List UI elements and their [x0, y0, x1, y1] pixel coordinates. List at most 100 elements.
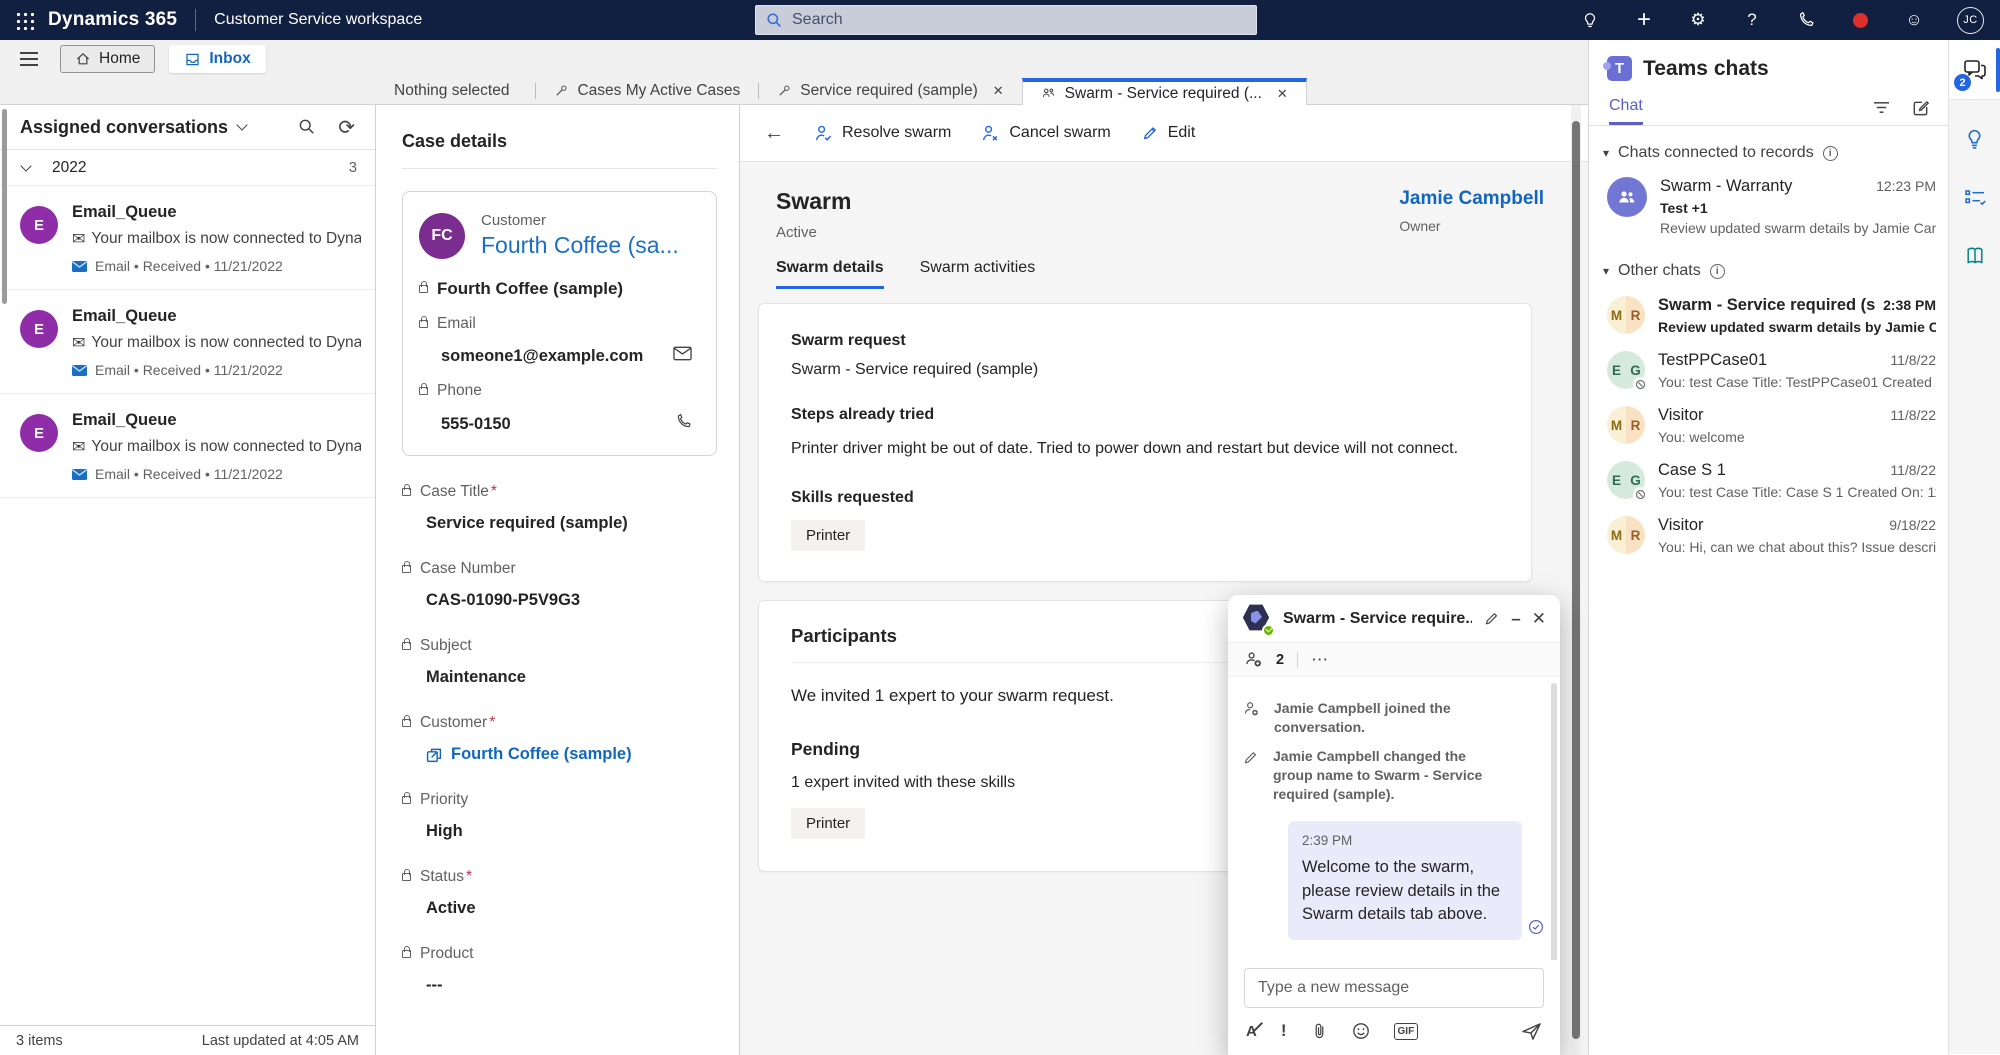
people-add-icon[interactable] [1244, 651, 1263, 668]
field-label: Case Number [420, 560, 516, 578]
conversation-item[interactable]: E Email_Queue ✉Your mailbox is now conne… [0, 290, 375, 394]
cancel-swarm-button[interactable]: Cancel swarm [981, 124, 1110, 143]
info-icon[interactable]: i [1823, 146, 1838, 161]
swarm-request-label: Swarm request [791, 332, 1499, 350]
queue-avatar: E [20, 310, 58, 348]
global-search[interactable] [755, 5, 1257, 35]
tab-swarm-details[interactable]: Swarm details [776, 259, 884, 289]
offline-status-icon [1633, 377, 1648, 392]
offline-status-icon [1633, 487, 1648, 502]
emoji-smiley-icon[interactable] [1352, 1022, 1370, 1040]
tab-swarm-activities[interactable]: Swarm activities [920, 259, 1036, 289]
scrollbar[interactable] [1572, 121, 1580, 1039]
filter-icon[interactable] [1872, 98, 1891, 117]
format-icon[interactable]: A [1246, 1023, 1257, 1040]
knowledge-book-icon[interactable] [1964, 246, 1986, 266]
hamburger-menu-icon[interactable] [20, 58, 38, 60]
inbox-tab-button[interactable]: Inbox [169, 45, 265, 73]
field-label: Priority [420, 791, 468, 809]
active-pane-indicator [1996, 48, 2000, 92]
close-icon[interactable]: ✕ [1532, 609, 1546, 629]
phone-icon[interactable] [1795, 9, 1817, 31]
agent-scripts-checklist-icon[interactable] [1964, 188, 1986, 208]
tab-service-required[interactable]: Service required (sample) ✕ [759, 78, 1021, 104]
new-chat-compose-icon[interactable] [1911, 98, 1930, 117]
other-chat-item[interactable]: MR Swarm - Service required (s... 2:38 P… [1589, 280, 1948, 335]
attach-paperclip-icon[interactable] [1311, 1022, 1328, 1040]
mr-avatar: MR [1607, 296, 1645, 334]
queue-name: Email_Queue [72, 307, 361, 326]
resolve-swarm-button[interactable]: Resolve swarm [814, 124, 951, 143]
feedback-smiley-icon[interactable]: ☺ [1903, 9, 1925, 31]
conversation-group-2022[interactable]: 2022 3 [0, 150, 375, 186]
chat-title: Visitor [1658, 516, 1881, 535]
teams-logo-icon: T [1607, 56, 1632, 81]
tab-cases-my-active-cases[interactable]: Cases My Active Cases [536, 78, 758, 104]
settings-gear-icon[interactable]: ⚙ [1687, 9, 1709, 31]
tab-swarm-service-required[interactable]: Swarm - Service required (... ✕ [1022, 78, 1307, 105]
customer-name-link[interactable]: Fourth Coffee (sa... [481, 232, 679, 259]
teams-chat-pane-toggle[interactable]: 2 [1949, 40, 2000, 100]
divider [1297, 652, 1298, 668]
owner-link[interactable]: Jamie Campbell [1399, 188, 1544, 210]
home-button[interactable]: Home [60, 45, 155, 73]
refresh-icon[interactable]: ⟳ [338, 115, 355, 140]
message-bubble: 2:39 PM Welcome to the swarm, please rev… [1288, 821, 1522, 939]
tab-chat[interactable]: Chat [1609, 97, 1643, 125]
system-message: Jamie Campbell joined the conversation. [1242, 699, 1546, 737]
person-x-icon [981, 124, 1000, 143]
message-input[interactable] [1244, 968, 1544, 1008]
scrollbar[interactable] [2, 109, 7, 304]
other-chat-item[interactable]: MR Visitor 11/8/22 You: welcome [1589, 390, 1948, 445]
teams-chat-popup: Swarm - Service require... – ✕ 2 ⋯ Jamie… [1228, 595, 1560, 1055]
close-tab-icon[interactable]: ✕ [993, 83, 1004, 99]
other-chat-item[interactable]: EG TestPPCase01 11/8/22 You: test Case T… [1589, 335, 1948, 390]
session-tab-strip: Nothing selected Cases My Active Cases S… [0, 78, 1588, 105]
priority-icon[interactable]: ! [1281, 1021, 1287, 1041]
minimize-icon[interactable]: – [1511, 609, 1520, 629]
other-chat-item[interactable]: MR Visitor 9/18/22 You: Hi, can we chat … [1589, 500, 1948, 555]
connected-chat-item[interactable]: Swarm - Warranty 12:23 PM Test +1 Review… [1589, 162, 1948, 236]
lightbulb-icon[interactable] [1579, 9, 1601, 31]
scrollbar[interactable] [1551, 683, 1557, 960]
available-status-icon [1262, 624, 1275, 637]
queue-avatar: E [20, 206, 58, 244]
conversation-item[interactable]: E Email_Queue ✉Your mailbox is now conne… [0, 186, 375, 290]
conversation-item[interactable]: E Email_Queue ✉Your mailbox is now conne… [0, 394, 375, 498]
chat-title: Swarm - Warranty [1660, 177, 1868, 196]
help-icon[interactable]: ? [1741, 9, 1763, 31]
gif-icon[interactable]: GIF [1394, 1023, 1419, 1040]
rename-pencil-icon[interactable] [1483, 610, 1500, 627]
call-phone-icon[interactable] [675, 413, 692, 435]
recording-indicator[interactable] [1849, 9, 1871, 31]
conversations-filter-dropdown[interactable]: Assigned conversations [20, 117, 246, 138]
back-icon[interactable]: ← [764, 122, 784, 145]
required-marker: * [466, 868, 472, 886]
send-email-icon[interactable] [673, 346, 692, 366]
edit-button[interactable]: Edit [1141, 124, 1196, 142]
email-value[interactable]: someone1@example.com [441, 347, 643, 366]
section-chats-connected[interactable]: ▾ Chats connected to records i [1589, 126, 1948, 162]
field-value-link[interactable]: Fourth Coffee (sample) [426, 745, 717, 764]
other-chat-item[interactable]: EG Case S 1 11/8/22 You: test Case Title… [1589, 445, 1948, 500]
smart-assist-lightbulb-icon[interactable] [1964, 128, 1985, 150]
chat-preview: You: Hi, can we chat about this? Issue d… [1658, 539, 1936, 555]
group-year: 2022 [52, 159, 86, 177]
section-other-chats[interactable]: ▾ Other chats i [1589, 236, 1948, 280]
field-case-number: Case Number CAS-01090-P5V9G3 [402, 560, 717, 610]
send-message-icon[interactable] [1521, 1022, 1542, 1041]
close-tab-icon[interactable]: ✕ [1277, 86, 1288, 102]
conversation-meta: Email • Received • 11/21/2022 [95, 362, 283, 378]
mr-avatar: MR [1607, 406, 1645, 444]
brand-title[interactable]: Dynamics 365 [48, 9, 177, 31]
system-message: Jamie Campbell changed the group name to… [1242, 747, 1546, 804]
add-icon[interactable]: + [1633, 9, 1655, 31]
info-icon[interactable]: i [1710, 264, 1725, 279]
case-details-panel: Case details FC Customer Fourth Coffee (… [376, 105, 740, 1055]
user-avatar[interactable]: JC [1957, 7, 1984, 34]
phone-value[interactable]: 555-0150 [441, 415, 511, 434]
waffle-icon[interactable] [14, 10, 34, 30]
global-search-input[interactable] [792, 11, 1246, 29]
search-icon[interactable] [298, 118, 316, 136]
more-options-icon[interactable]: ⋯ [1311, 650, 1329, 670]
